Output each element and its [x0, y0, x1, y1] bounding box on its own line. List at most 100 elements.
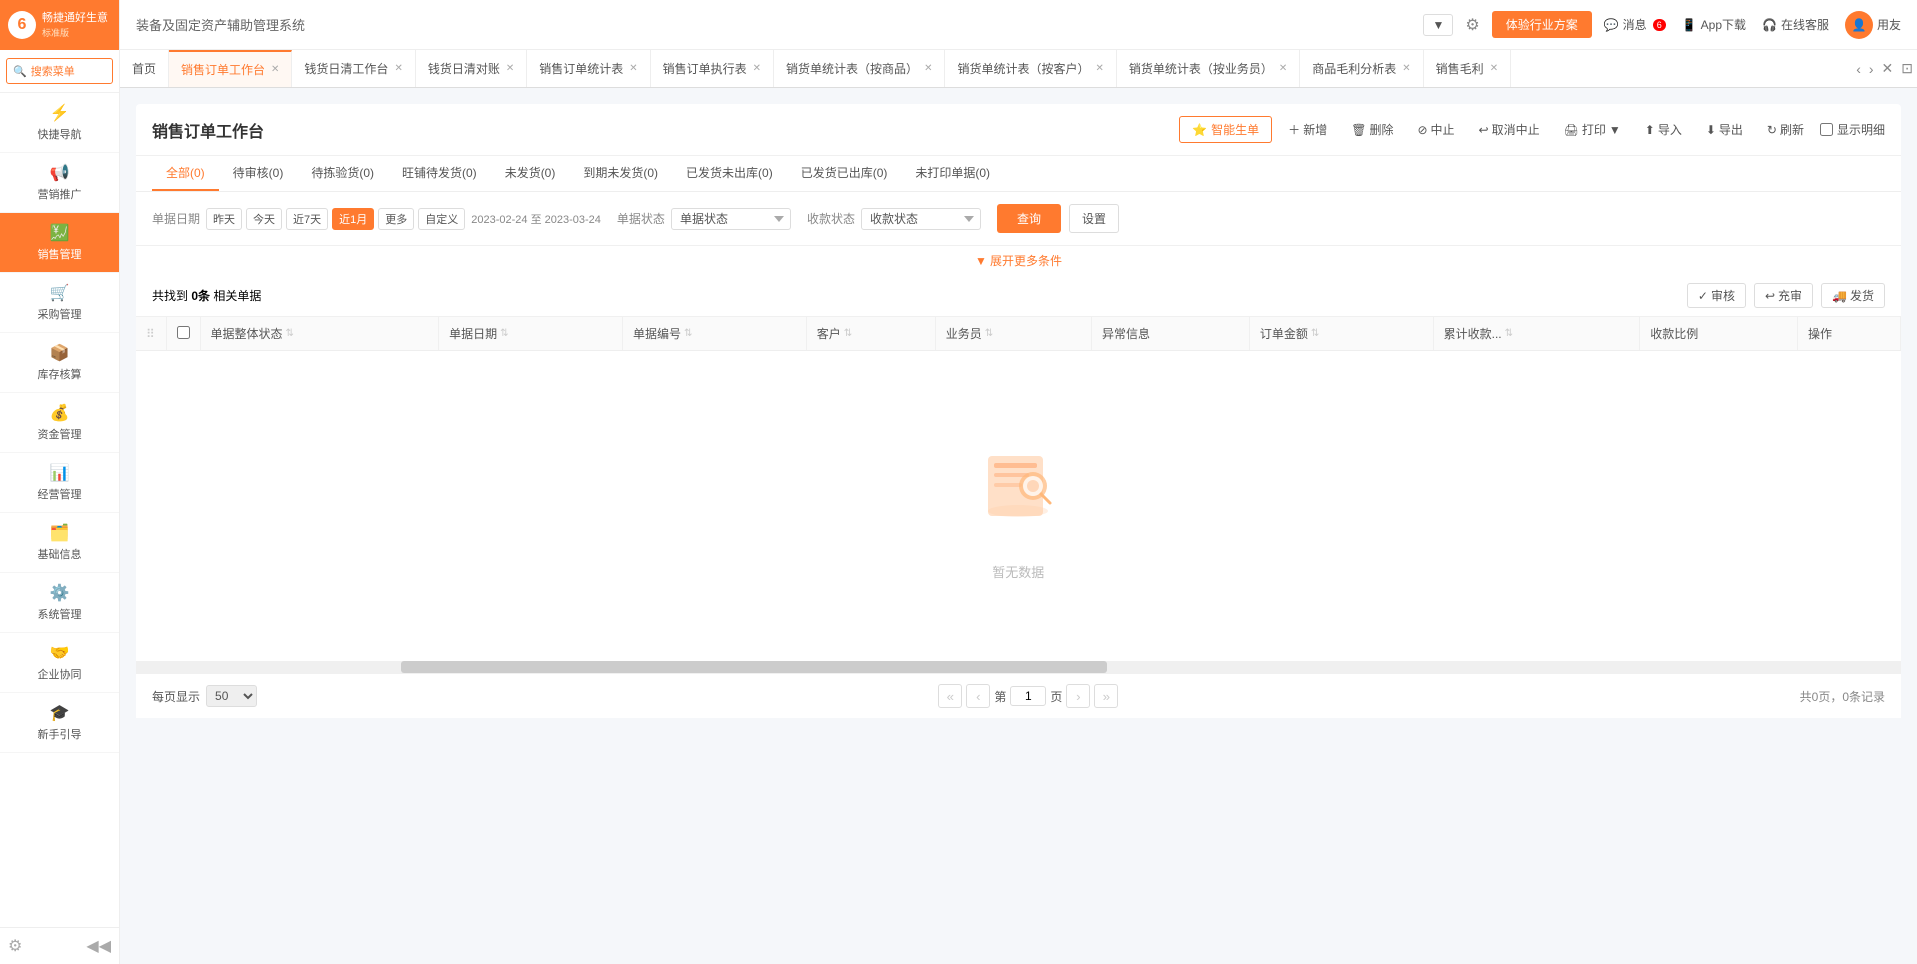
- sub-tab-2[interactable]: 待拣验货(0): [297, 156, 388, 191]
- user-menu-button[interactable]: 👤 用友: [1845, 11, 1901, 39]
- sidebar-item-operations[interactable]: 📊 经营管理: [0, 453, 119, 513]
- table-action-审核[interactable]: ✓ 审核: [1687, 283, 1746, 308]
- sidebar-item-purchase[interactable]: 🛒 采购管理: [0, 273, 119, 333]
- status-select[interactable]: 单据状态: [671, 208, 791, 230]
- refresh-button[interactable]: ↻ 刷新: [1759, 117, 1812, 142]
- system-dropdown-button[interactable]: ▼: [1423, 14, 1453, 36]
- horizontal-scrollbar[interactable]: [136, 661, 1901, 673]
- select-all-checkbox[interactable]: [177, 326, 190, 339]
- sub-tab-5[interactable]: 到期未发货(0): [569, 156, 672, 191]
- th-salesperson[interactable]: 业务员 ⇅: [935, 317, 1091, 351]
- sub-tab-0[interactable]: 全部(0): [152, 156, 219, 191]
- date-btn-近1月[interactable]: 近1月: [332, 208, 374, 230]
- date-btn-近7天[interactable]: 近7天: [286, 208, 328, 230]
- setting-button[interactable]: 设置: [1069, 204, 1119, 233]
- import-button[interactable]: ⬆ 导入: [1637, 117, 1690, 142]
- tab-sales-margin-close[interactable]: ✕: [1490, 63, 1498, 74]
- sort-icon-cumulative[interactable]: ⇅: [1505, 328, 1513, 339]
- date-btn-今天[interactable]: 今天: [246, 208, 282, 230]
- th-doc-no[interactable]: 单据编号 ⇅: [622, 317, 806, 351]
- date-btn-自定义[interactable]: 自定义: [418, 208, 465, 230]
- show-detail-checkbox-label[interactable]: 显示明细: [1820, 121, 1885, 138]
- tab-gross-profit-close[interactable]: ✕: [1402, 63, 1410, 74]
- tab-cash-reconcile[interactable]: 钱货日清对账 ✕: [416, 50, 527, 87]
- online-service-button[interactable]: 🎧 在线客服: [1762, 16, 1829, 33]
- sort-icon-date[interactable]: ⇅: [500, 328, 508, 339]
- tab-sales-product[interactable]: 销货单统计表（按商品） ✕: [774, 50, 945, 87]
- tab-sales-stats-close[interactable]: ✕: [629, 63, 637, 74]
- th-cumulative[interactable]: 累计收款... ⇅: [1433, 317, 1640, 351]
- collapse-button[interactable]: ◀◀: [86, 936, 111, 956]
- gear-settings-button[interactable]: ⚙: [1465, 15, 1479, 35]
- th-amount[interactable]: 订单金额 ⇅: [1249, 317, 1433, 351]
- sub-tab-4[interactable]: 未发货(0): [491, 156, 570, 191]
- tab-cash-daily-close[interactable]: ✕: [394, 63, 402, 74]
- tab-sales-exec[interactable]: 销售订单执行表 ✕: [651, 50, 774, 87]
- settings-bottom-button[interactable]: ⚙: [8, 936, 22, 956]
- sidebar-item-finance[interactable]: 💰 资金管理: [0, 393, 119, 453]
- next-page-button[interactable]: ›: [1066, 684, 1090, 708]
- tab-close-all-button[interactable]: ✕: [1878, 56, 1898, 81]
- sidebar-item-marketing[interactable]: 📢 营销推广: [0, 153, 119, 213]
- sidebar-item-company[interactable]: 🤝 企业协同: [0, 633, 119, 693]
- table-action-充审[interactable]: ↩ 充审: [1754, 283, 1813, 308]
- sort-icon-no[interactable]: ⇅: [684, 328, 692, 339]
- tab-sales-workbench-close[interactable]: ✕: [271, 64, 279, 75]
- page-size-select[interactable]: 50 20 100 200: [206, 685, 257, 707]
- page-number-input[interactable]: [1010, 686, 1046, 706]
- tab-sales-customer-close[interactable]: ✕: [1095, 63, 1103, 74]
- sort-icon-amount[interactable]: ⇅: [1311, 328, 1319, 339]
- tab-sales-workbench[interactable]: 销售订单工作台 ✕: [169, 50, 292, 87]
- tab-cash-reconcile-close[interactable]: ✕: [506, 63, 514, 74]
- tab-cash-daily[interactable]: 钱货日清工作台 ✕: [292, 50, 415, 87]
- sub-tab-7[interactable]: 已发货已出库(0): [787, 156, 902, 191]
- th-doc-date[interactable]: 单据日期 ⇅: [439, 317, 623, 351]
- cancel-stop-button[interactable]: ↩ 取消中止: [1471, 117, 1548, 142]
- tab-sales-customer[interactable]: 销货单统计表（按客户） ✕: [945, 50, 1116, 87]
- search-menu-button[interactable]: 🔍 搜索菜单: [6, 58, 113, 84]
- sub-tab-1[interactable]: 待审核(0): [219, 156, 298, 191]
- tab-sales-exec-close[interactable]: ✕: [753, 63, 761, 74]
- payment-select[interactable]: 收款状态: [861, 208, 981, 230]
- sort-icon-customer[interactable]: ⇅: [844, 328, 852, 339]
- tab-home[interactable]: 首页: [120, 50, 169, 87]
- date-btn-更多[interactable]: 更多: [378, 208, 414, 230]
- tab-next-button[interactable]: ›: [1865, 57, 1878, 81]
- delete-button[interactable]: 🗑 删除: [1343, 117, 1401, 142]
- sort-icon-salesperson[interactable]: ⇅: [985, 328, 993, 339]
- sidebar-item-basic[interactable]: 🗂️ 基础信息: [0, 513, 119, 573]
- tab-sales-staff-close[interactable]: ✕: [1279, 63, 1287, 74]
- first-page-button[interactable]: «: [938, 684, 962, 708]
- sidebar-item-newbie[interactable]: 🎓 新手引导: [0, 693, 119, 753]
- th-doc-status[interactable]: 单据整体状态 ⇅: [200, 317, 439, 351]
- tab-gross-profit[interactable]: 商品毛利分析表 ✕: [1300, 50, 1423, 87]
- tab-sales-staff[interactable]: 销货单统计表（按业务员） ✕: [1117, 50, 1300, 87]
- sidebar-item-quick-nav[interactable]: ⚡ 快捷导航: [0, 93, 119, 153]
- query-button[interactable]: 查询: [997, 204, 1061, 233]
- message-button[interactable]: 💬 消息 6: [1604, 16, 1666, 33]
- tab-expand-button[interactable]: ⊡: [1897, 56, 1917, 81]
- tab-sales-stats[interactable]: 销售订单统计表 ✕: [527, 50, 650, 87]
- prev-page-button[interactable]: ‹: [966, 684, 990, 708]
- sidebar-item-sales[interactable]: 💹 销售管理: [0, 213, 119, 273]
- sub-tab-6[interactable]: 已发货未出库(0): [672, 156, 787, 191]
- expand-filter-button[interactable]: ▼ 展开更多条件: [975, 252, 1062, 269]
- date-btn-昨天[interactable]: 昨天: [206, 208, 242, 230]
- stop-button[interactable]: ⊘ 中止: [1409, 117, 1462, 142]
- industry-solution-button[interactable]: 体验行业方案: [1492, 11, 1592, 38]
- sub-tab-3[interactable]: 旺铺待发货(0): [388, 156, 491, 191]
- print-button[interactable]: 🖨 打印 ▼: [1556, 117, 1629, 142]
- sub-tab-8[interactable]: 未打印单据(0): [901, 156, 1004, 191]
- export-button[interactable]: ⬇ 导出: [1698, 117, 1751, 142]
- tab-sales-margin[interactable]: 销售毛利 ✕: [1424, 50, 1511, 87]
- show-detail-checkbox[interactable]: [1820, 123, 1833, 136]
- th-customer[interactable]: 客户 ⇅: [806, 317, 935, 351]
- tab-sales-product-close[interactable]: ✕: [924, 63, 932, 74]
- last-page-button[interactable]: »: [1094, 684, 1118, 708]
- sort-icon-status[interactable]: ⇅: [286, 328, 294, 339]
- table-action-发货[interactable]: 🚚 发货: [1821, 283, 1885, 308]
- scrollbar-thumb[interactable]: [401, 661, 1107, 673]
- smart-generate-button[interactable]: ⭐ 智能生单: [1179, 116, 1272, 143]
- add-button[interactable]: ＋ 新增: [1280, 117, 1335, 142]
- app-download-button[interactable]: 📱 App下载: [1682, 16, 1746, 33]
